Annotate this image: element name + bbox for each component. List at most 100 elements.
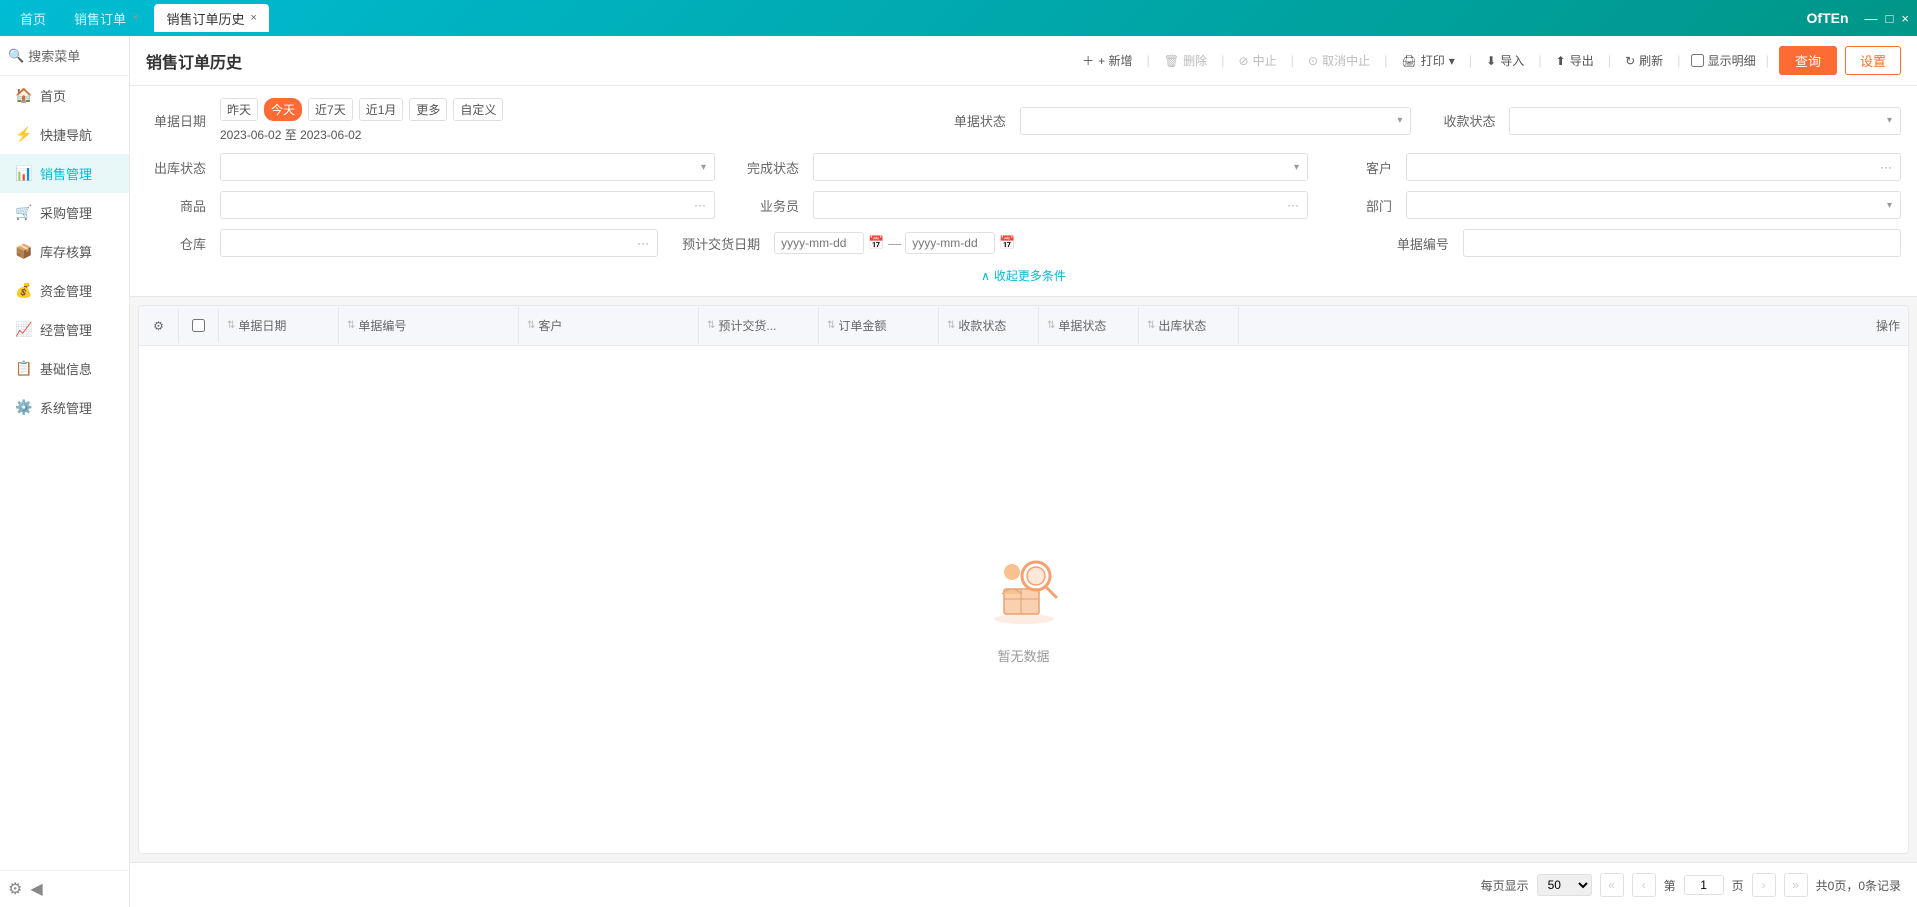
salesman-label: 业务员: [739, 196, 799, 215]
complete-status-select[interactable]: ▾: [813, 153, 1308, 181]
filter-department: 部门 ▾: [1332, 191, 1901, 219]
sidebar-item-purchase[interactable]: 🛒 采购管理: [0, 193, 129, 232]
date-btn-more[interactable]: 更多: [409, 98, 447, 121]
th-status[interactable]: ⇅ 单据状态: [1039, 307, 1139, 344]
customer-input[interactable]: ···: [1406, 153, 1901, 181]
sidebar-item-system[interactable]: ⚙️ 系统管理: [0, 388, 129, 427]
toolbar-delete-btn[interactable]: 🗑 删除: [1160, 50, 1211, 71]
window-maximize[interactable]: □: [1886, 11, 1894, 26]
next-page-btn[interactable]: ›: [1752, 873, 1776, 897]
first-page-btn[interactable]: «: [1600, 873, 1624, 897]
calendar-from-icon[interactable]: 📅: [868, 235, 884, 251]
sidebar-item-inventory[interactable]: 📦 库存核算: [0, 232, 129, 271]
collapse-link[interactable]: ∧ 收起更多条件: [146, 267, 1901, 284]
filter-salesman: 业务员 ···: [739, 191, 1308, 219]
sidebar-item-base[interactable]: 📋 基础信息: [0, 349, 129, 388]
sidebar-item-quick-nav[interactable]: ⚡ 快捷导航: [0, 115, 129, 154]
sidebar-item-home[interactable]: 🏠 首页: [0, 76, 129, 115]
sort-icon-code: ⇅: [347, 320, 355, 331]
sidebar-collapse-btn[interactable]: ◀: [30, 879, 42, 899]
sidebar-item-finance[interactable]: 💰 资金管理: [0, 271, 129, 310]
show-detail-checkbox-label[interactable]: 显示明细: [1691, 52, 1756, 69]
order-code-label: 单据编号: [1389, 234, 1449, 253]
page-size-label: 每页显示: [1481, 877, 1529, 894]
product-input[interactable]: ···: [220, 191, 715, 219]
receipt-status-select[interactable]: ▾: [1509, 107, 1901, 135]
th-out[interactable]: ⇅ 出库状态: [1139, 307, 1239, 344]
th-receipt[interactable]: ⇅ 收款状态: [939, 307, 1039, 344]
window-minimize[interactable]: —: [1865, 11, 1878, 26]
delete-icon: 🗑: [1164, 54, 1179, 68]
calendar-to-icon[interactable]: 📅: [999, 235, 1015, 251]
filter-order-status: 单据状态 ▾: [946, 107, 1412, 135]
date-range-dash: —: [888, 236, 901, 251]
jump-label: 第: [1664, 877, 1676, 894]
th-settings[interactable]: ⚙: [139, 309, 179, 343]
toolbar-print-btn[interactable]: 🖨 打印 ▾: [1397, 50, 1458, 71]
date-btn-yesterday[interactable]: 昨天: [220, 98, 258, 121]
out-status-select[interactable]: ▾: [220, 153, 715, 181]
query-button[interactable]: 查询: [1779, 46, 1837, 75]
page-number-input[interactable]: [1684, 875, 1724, 895]
warehouse-input[interactable]: ···: [220, 229, 658, 257]
show-detail-checkbox[interactable]: [1691, 54, 1704, 67]
department-arrow-icon: ▾: [1887, 200, 1892, 211]
department-select[interactable]: ▾: [1406, 191, 1901, 219]
order-status-label: 单据状态: [946, 111, 1006, 130]
date-btn-custom[interactable]: 自定义: [453, 98, 503, 121]
th-customer[interactable]: ⇅ 客户: [519, 307, 699, 344]
toolbar-new-btn[interactable]: ＋ + 新增: [1078, 50, 1136, 71]
last-page-btn[interactable]: »: [1784, 873, 1808, 897]
table-header: ⚙ ⇅ 单据日期 ⇅ 单据编号 ⇅ 客户 ⇅: [139, 306, 1908, 346]
setting-button[interactable]: 设置: [1845, 46, 1901, 75]
toolbar-refresh-btn[interactable]: ↻ 刷新: [1621, 50, 1667, 71]
tab-sales-order-history-close[interactable]: ×: [250, 12, 256, 24]
sidebar-settings-btn[interactable]: ⚙: [8, 879, 22, 899]
home-icon: 🏠: [16, 88, 32, 104]
operations-icon: 📈: [16, 322, 32, 338]
sidebar-item-operations[interactable]: 📈 经营管理: [0, 310, 129, 349]
window-close[interactable]: ×: [1901, 11, 1909, 26]
sort-icon-delivery: ⇅: [707, 320, 715, 331]
sort-icon-out: ⇅: [1147, 320, 1155, 331]
tab-sales-order-history[interactable]: 销售订单历史 ×: [154, 4, 268, 32]
th-action: 操作: [1239, 307, 1908, 344]
import-icon: ⬇: [1486, 54, 1496, 68]
th-checkbox[interactable]: [179, 309, 219, 342]
warehouse-dots-icon: ···: [637, 236, 649, 250]
page-size-select[interactable]: 50 10 20 100: [1537, 874, 1592, 896]
customer-label: 客户: [1332, 158, 1392, 177]
quick-nav-icon: ⚡: [16, 127, 32, 143]
sidebar-item-sales[interactable]: 📊 销售管理: [0, 154, 129, 193]
tab-sales-order-close[interactable]: ×: [132, 12, 138, 24]
sort-icon-status: ⇅: [1047, 320, 1055, 331]
toolbar-import-btn[interactable]: ⬇ 导入: [1482, 50, 1528, 71]
order-code-input[interactable]: [1463, 229, 1901, 257]
table-container: ⚙ ⇅ 单据日期 ⇅ 单据编号 ⇅ 客户 ⇅: [138, 305, 1909, 854]
select-all-checkbox[interactable]: [192, 319, 205, 332]
sidebar-search[interactable]: 🔍 搜索菜单: [0, 36, 129, 76]
th-delivery[interactable]: ⇅ 预计交货...: [699, 307, 819, 344]
order-status-select[interactable]: ▾: [1020, 107, 1412, 135]
out-status-label: 出库状态: [146, 158, 206, 177]
date-btn-1month[interactable]: 近1月: [359, 98, 404, 121]
date-btn-7days[interactable]: 近7天: [308, 98, 353, 121]
prev-page-btn[interactable]: ‹: [1632, 873, 1656, 897]
date-btn-today[interactable]: 今天: [264, 98, 302, 121]
print-arrow-icon: ▾: [1449, 54, 1455, 68]
toolbar-cancel-stop-btn[interactable]: ⊙ 取消中止: [1304, 50, 1374, 71]
th-date[interactable]: ⇅ 单据日期: [219, 307, 339, 344]
th-amount[interactable]: ⇅ 订单金额: [819, 307, 939, 344]
toolbar-export-btn[interactable]: ⬆ 导出: [1552, 50, 1598, 71]
base-icon: 📋: [16, 361, 32, 377]
tab-sales-order[interactable]: 销售订单 ×: [62, 4, 150, 32]
delivery-date-to[interactable]: [905, 232, 995, 254]
salesman-input[interactable]: ···: [813, 191, 1308, 219]
tab-home[interactable]: 首页: [8, 4, 58, 32]
th-code[interactable]: ⇅ 单据编号: [339, 307, 519, 344]
collapse-up-icon: ∧: [981, 269, 990, 283]
settings-icon: ⚙: [153, 319, 164, 333]
toolbar-stop-btn[interactable]: ⊘ 中止: [1235, 50, 1281, 71]
delivery-date-from[interactable]: [774, 232, 864, 254]
order-status-arrow-icon: ▾: [1397, 115, 1402, 126]
